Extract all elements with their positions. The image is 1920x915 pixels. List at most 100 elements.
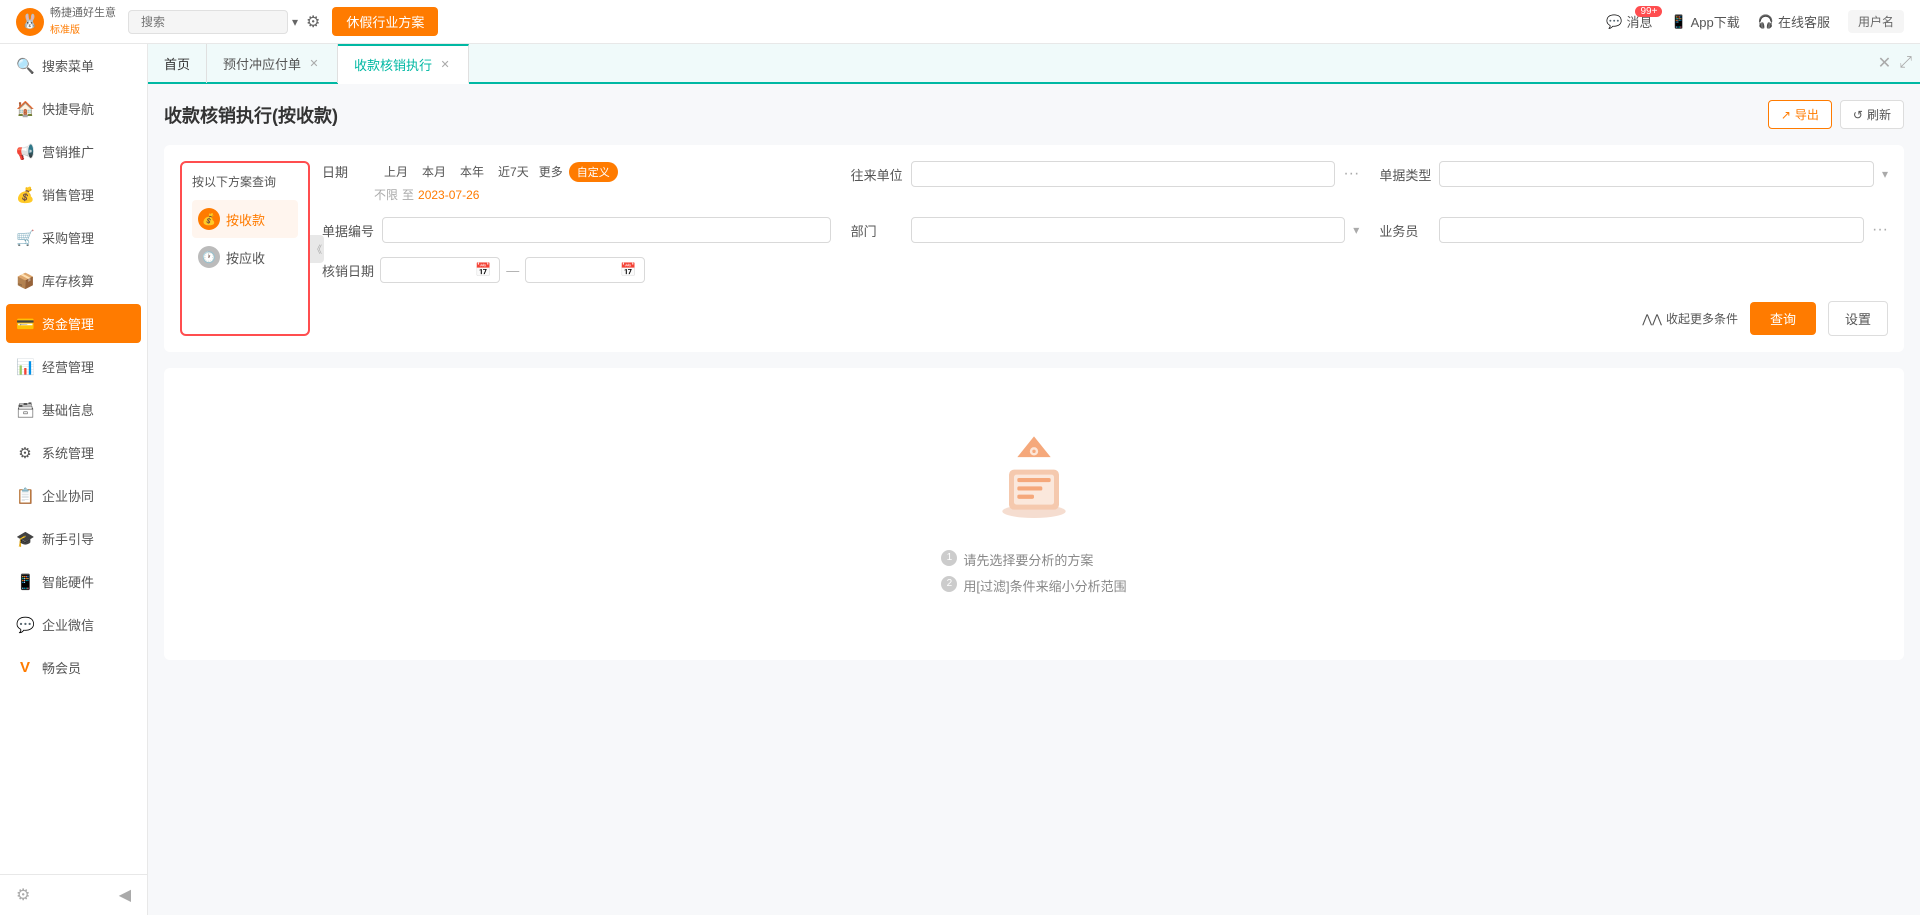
empty-illustration	[984, 428, 1084, 528]
topbar: 🐰 畅捷通好生意 标准版 ▾ ⚙ 休假行业方案 💬 消息 99+ 📱 App下载…	[0, 0, 1920, 44]
tip-num-1: 1	[941, 550, 957, 566]
tab-expand-icon[interactable]: ⤢	[1899, 54, 1912, 72]
date-to-sep: 至	[402, 186, 414, 203]
query-panel-collapse-button[interactable]: 《	[310, 235, 324, 263]
sidebar-label: 资金管理	[42, 314, 94, 333]
sidebar-label: 采购管理	[42, 228, 94, 247]
empty-tips: 1 请先选择要分析的方案 2 用[过滤]条件来缩小分析范围	[941, 548, 1126, 600]
calendar-end-icon[interactable]: 📅	[620, 262, 636, 278]
sidebar-collapse-icon[interactable]: ◀	[119, 885, 131, 905]
sidebar-label: 新手引导	[42, 529, 94, 548]
sidebar-item-hardware[interactable]: 📱 智能硬件	[0, 560, 147, 603]
sidebar-label: 基础信息	[42, 400, 94, 419]
refresh-icon: ↺	[1853, 108, 1863, 122]
page-actions: ↗ 导出 ↺ 刷新	[1768, 100, 1904, 129]
refresh-button[interactable]: ↺ 刷新	[1840, 100, 1904, 129]
query-panel: 按以下方案查询 💰 按收款 🕐 按应收 《	[180, 161, 310, 336]
user-menu[interactable]: 用户名	[1848, 10, 1904, 33]
sidebar-item-quick-nav[interactable]: 🏠 快捷导航	[0, 87, 147, 130]
date-this-month[interactable]: 本月	[418, 161, 450, 182]
counterparty-dots-icon[interactable]: ···	[1343, 165, 1359, 183]
sidebar-item-basic[interactable]: 🗃 基础信息	[0, 388, 147, 431]
app-download-button[interactable]: 📱 App下载	[1670, 12, 1739, 31]
doctype-label: 单据类型	[1379, 165, 1431, 184]
app-name: 畅捷通好生意	[50, 7, 116, 20]
sidebar-label: 营销推广	[42, 142, 94, 161]
page-title-text: 收款核销执行(按收款)	[164, 102, 338, 128]
message-badge: 99+	[1635, 6, 1662, 17]
dept-input[interactable]	[911, 217, 1346, 243]
tab-receipt-close[interactable]: ✕	[438, 57, 452, 71]
query-button[interactable]: 查询	[1750, 302, 1816, 335]
sidebar-item-vip[interactable]: V 畅会员	[0, 646, 147, 689]
sidebar-item-marketing[interactable]: 📢 营销推广	[0, 130, 147, 173]
date-7days[interactable]: 近7天	[494, 161, 533, 182]
sidebar-label: 搜索菜单	[42, 56, 94, 75]
app-badge: 标准版	[50, 21, 116, 36]
sidebar-bottom: ⚙ ◀	[0, 874, 147, 915]
wechat-icon: 💬	[16, 616, 34, 634]
vip-icon: V	[16, 659, 34, 676]
date-label: 日期	[322, 162, 374, 181]
collapse-more-button[interactable]: ⋀⋀ 收起更多条件	[1642, 310, 1738, 327]
doctype-chevron-icon[interactable]: ▾	[1882, 167, 1888, 181]
sidebar-item-guide[interactable]: 🎓 新手引导	[0, 517, 147, 560]
docno-input[interactable]	[382, 217, 831, 243]
date-this-year[interactable]: 本年	[456, 161, 488, 182]
query-option-by-receivable[interactable]: 🕐 按应收	[192, 238, 298, 276]
settings-icon[interactable]: ⚙	[16, 885, 30, 905]
date-custom-badge[interactable]: 自定义	[569, 162, 618, 182]
receipt-option-label: 按收款	[226, 210, 265, 229]
sidebar-label: 经营管理	[42, 357, 94, 376]
tab-close-all-icon[interactable]: ✕	[1878, 53, 1891, 73]
tabbar-actions: ✕ ⤢	[1878, 53, 1920, 73]
tab-prepay[interactable]: 预付冲应付单 ✕	[207, 43, 338, 83]
search-input[interactable]	[128, 10, 288, 34]
dept-chevron-icon[interactable]: ▾	[1353, 223, 1359, 237]
sidebar-item-system[interactable]: ⚙ 系统管理	[0, 431, 147, 474]
offset-date-start[interactable]: 2023-03-01	[389, 263, 469, 277]
query-panel-title: 按以下方案查询	[192, 173, 298, 190]
date-last-month[interactable]: 上月	[380, 161, 412, 182]
offset-date-filter: 核销日期 2023-03-01 📅 — 2023-07-21 📅	[322, 257, 831, 283]
sidebar-item-purchase[interactable]: 🛒 采购管理	[0, 216, 147, 259]
tab-receipt-offset[interactable]: 收款核销执行 ✕	[338, 44, 469, 84]
sidebar-item-inventory[interactable]: 📦 库存核算	[0, 259, 147, 302]
staff-input[interactable]	[1439, 217, 1864, 243]
tab-prepay-close[interactable]: ✕	[307, 56, 321, 70]
staff-filter: 业务员 ···	[1379, 217, 1888, 243]
page-content: 收款核销执行(按收款) ↗ 导出 ↺ 刷新 按以下方案查询 💰 按收款	[148, 84, 1920, 915]
messages-button[interactable]: 💬 消息 99+	[1606, 12, 1652, 31]
online-service-button[interactable]: 🎧 在线客服	[1758, 12, 1830, 31]
solution-button[interactable]: 休假行业方案	[332, 7, 438, 36]
sidebar-item-enterprise[interactable]: 📋 企业协同	[0, 474, 147, 517]
export-button[interactable]: ↗ 导出	[1768, 100, 1832, 129]
calendar-start-icon[interactable]: 📅	[475, 262, 491, 278]
sidebar-label: 企业微信	[42, 615, 94, 634]
sidebar-item-sales[interactable]: 💰 销售管理	[0, 173, 147, 216]
date-filter: 日期 上月 本月 本年 近7天 更多 自定义 不限	[322, 161, 831, 203]
empty-state: 1 请先选择要分析的方案 2 用[过滤]条件来缩小分析范围	[164, 368, 1904, 660]
export-icon: ↗	[1781, 108, 1791, 122]
staff-dots-icon[interactable]: ···	[1872, 221, 1888, 239]
sidebar-item-operation[interactable]: 📊 经营管理	[0, 345, 147, 388]
logo-icon: 🐰	[16, 8, 44, 36]
sidebar-label: 销售管理	[42, 185, 94, 204]
counterparty-input[interactable]	[911, 161, 1336, 187]
gear-icon[interactable]: ⚙	[306, 12, 320, 32]
date-more[interactable]: 更多	[539, 163, 563, 180]
tab-home[interactable]: 首页	[148, 43, 207, 83]
query-option-by-receipt[interactable]: 💰 按收款	[192, 200, 298, 238]
search-dropdown-icon[interactable]: ▾	[292, 15, 298, 29]
doctype-input[interactable]	[1439, 161, 1874, 187]
filter-row-2: 单据编号 部门 ▾ 业务员 ···	[322, 217, 1888, 243]
sidebar-label: 畅会员	[42, 658, 81, 677]
sidebar-item-wechat[interactable]: 💬 企业微信	[0, 603, 147, 646]
capital-icon: 💳	[16, 315, 34, 333]
date-value: 2023-07-26	[418, 188, 479, 202]
date-range-separator: —	[506, 263, 519, 278]
settings-button[interactable]: 设置	[1828, 301, 1888, 336]
offset-date-end[interactable]: 2023-07-21	[534, 263, 614, 277]
sidebar-item-search[interactable]: 🔍 搜索菜单	[0, 44, 147, 87]
sidebar-item-capital[interactable]: 💳 资金管理	[6, 304, 141, 343]
